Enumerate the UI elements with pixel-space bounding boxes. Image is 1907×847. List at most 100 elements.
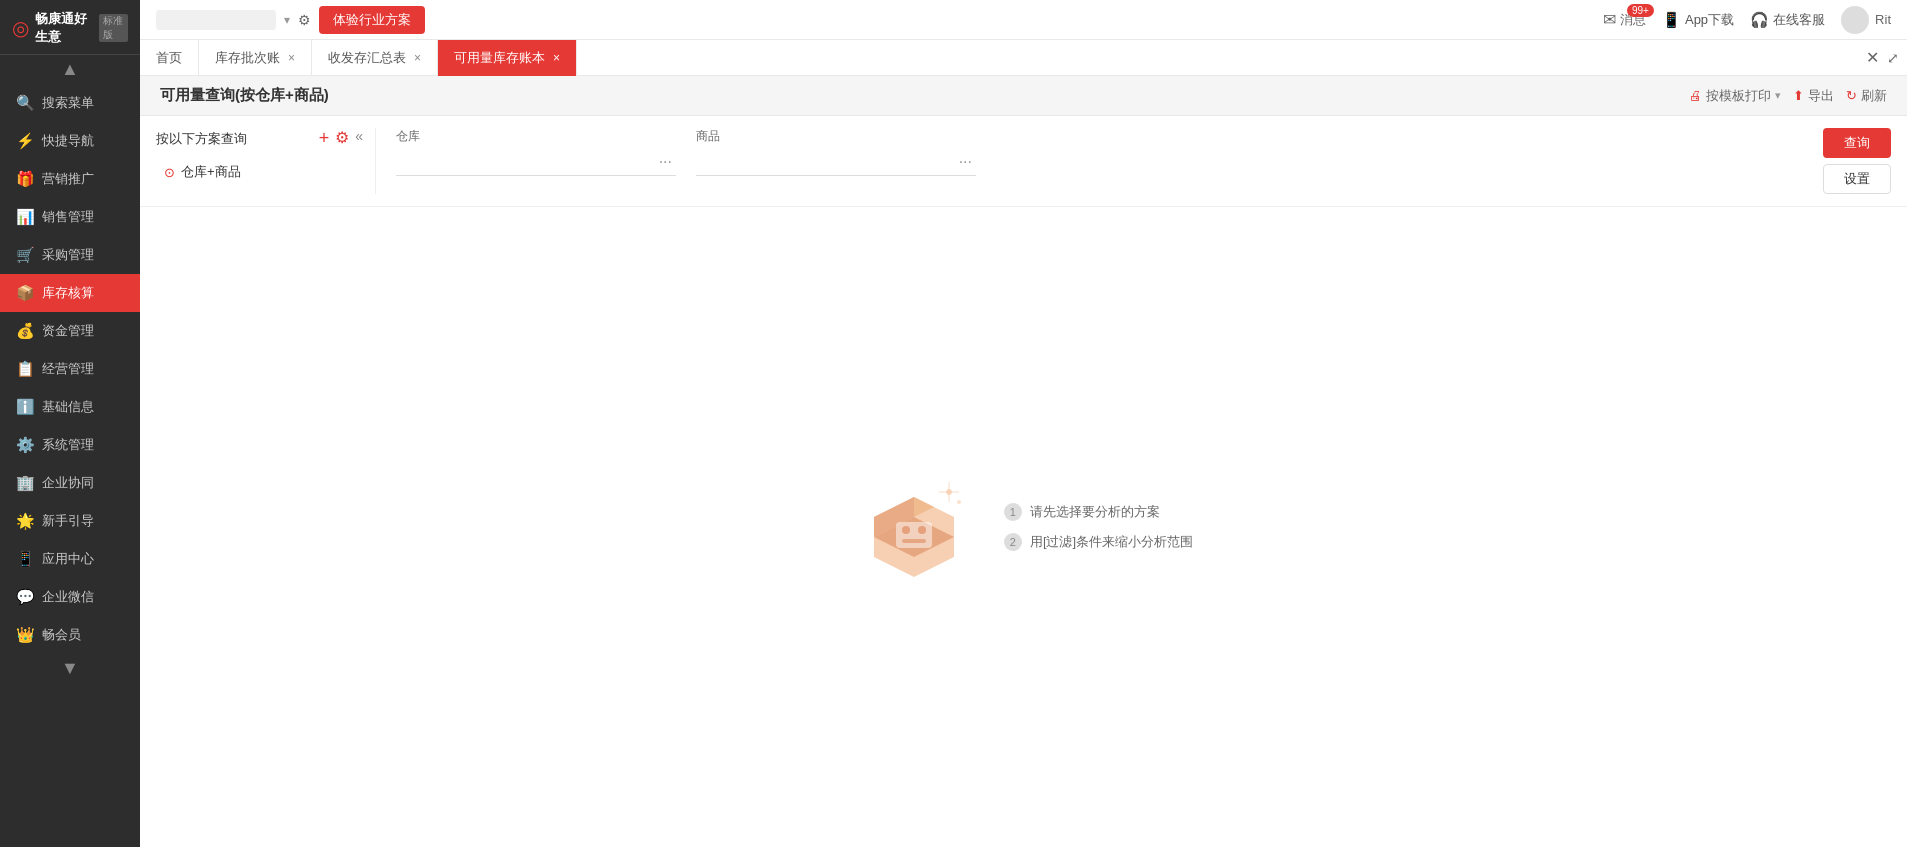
sidebar-item-operations[interactable]: 📋 经营管理: [0, 350, 140, 388]
sidebar-icon-enterprise: 🏢: [16, 474, 34, 492]
sidebar-label-inventory: 库存核算: [42, 284, 94, 302]
tab-close-receive-summary[interactable]: ×: [414, 52, 421, 64]
sidebar-label-newbie: 新手引导: [42, 512, 94, 530]
username: Rit: [1875, 12, 1891, 27]
tab-close-available-ledger[interactable]: ×: [553, 52, 560, 64]
notification-btn[interactable]: ✉ 消息 99+: [1603, 10, 1646, 29]
collapse-btn[interactable]: «: [355, 128, 363, 149]
avatar: [1841, 6, 1869, 34]
svg-point-5: [902, 526, 910, 534]
warehouse-input[interactable]: [396, 155, 655, 170]
tab-inventory-batch[interactable]: 库存批次账×: [199, 40, 312, 76]
empty-state: 1 请先选择要分析的方案 2 用[过滤]条件来缩小分析范围: [140, 207, 1907, 847]
scheme-warehouse-goods[interactable]: ⊙ 仓库+商品: [156, 157, 363, 187]
export-icon: ⬆: [1793, 88, 1804, 103]
title-bar-actions: 🖨 按模板打印 ▾ ⬆ 导出 ↻ 刷新: [1689, 87, 1887, 105]
tab-receive-summary[interactable]: 收发存汇总表 ×: [312, 40, 438, 76]
dropdown-icon[interactable]: ▾: [284, 13, 290, 27]
scroll-up-btn[interactable]: ▲: [0, 55, 140, 84]
expand-btn[interactable]: ⤢: [1887, 50, 1899, 66]
gear-icon[interactable]: ⚙: [298, 12, 311, 28]
tab-available-ledger[interactable]: 可用量库存账本×: [438, 40, 577, 76]
sidebar-item-finance[interactable]: 💰 资金管理: [0, 312, 140, 350]
query-btn[interactable]: 查询: [1823, 128, 1891, 158]
sidebar-icon-system: ⚙️: [16, 436, 34, 454]
settings-scheme-btn[interactable]: ⚙: [335, 128, 349, 149]
sidebar-icon-inventory: 📦: [16, 284, 34, 302]
sidebar-item-system[interactable]: ⚙️ 系统管理: [0, 426, 140, 464]
sidebar-item-wechat[interactable]: 💬 企业微信: [0, 578, 140, 616]
user-area[interactable]: Rit: [1841, 6, 1891, 34]
app-icon: 📱: [1662, 11, 1681, 29]
tab-home[interactable]: 首页: [140, 40, 199, 76]
sidebar-item-purchase[interactable]: 🛒 采购管理: [0, 236, 140, 274]
goods-ellipsis-btn[interactable]: ···: [955, 153, 976, 171]
sidebar-icon-sales: 📊: [16, 208, 34, 226]
sidebar-icon-quick-nav: ⚡: [16, 132, 34, 150]
print-btn[interactable]: 🖨 按模板打印 ▾: [1689, 87, 1781, 105]
sidebar-label-marketing: 营销推广: [42, 170, 94, 188]
tab-label-receive-summary: 收发存汇总表: [328, 49, 406, 67]
sidebar-icon-base-info: ℹ️: [16, 398, 34, 416]
settings-btn[interactable]: 设置: [1823, 164, 1891, 194]
sidebar-logo: ◎ 畅康通好生意 标准版: [0, 0, 140, 55]
tab-close-inventory-batch[interactable]: ×: [288, 52, 295, 64]
sidebar-label-vip: 畅会员: [42, 626, 81, 644]
sidebar-item-marketing[interactable]: 🎁 营销推广: [0, 160, 140, 198]
add-scheme-btn[interactable]: +: [319, 128, 330, 149]
empty-text: 1 请先选择要分析的方案 2 用[过滤]条件来缩小分析范围: [1004, 503, 1193, 551]
logo-icon: ◎: [12, 16, 29, 40]
sidebar-label-base-info: 基础信息: [42, 398, 94, 416]
sidebar-icon-vip: 👑: [16, 626, 34, 644]
sidebar-item-app-center[interactable]: 📱 应用中心: [0, 540, 140, 578]
warehouse-ellipsis-btn[interactable]: ···: [655, 153, 676, 171]
print-dropdown-icon[interactable]: ▾: [1775, 89, 1781, 102]
hint-num-1: 1: [1004, 503, 1022, 521]
page-title-bar: 可用量查询(按仓库+商品) 🖨 按模板打印 ▾ ⬆ 导出 ↻ 刷新: [140, 76, 1907, 116]
svg-point-6: [918, 526, 926, 534]
sidebar-item-search[interactable]: 🔍 搜索菜单: [0, 84, 140, 122]
hint-item-1: 1 请先选择要分析的方案: [1004, 503, 1193, 521]
print-icon: 🖨: [1689, 88, 1702, 103]
scroll-down-btn[interactable]: ▼: [0, 654, 140, 683]
message-icon: ✉: [1603, 10, 1616, 29]
filter-icons: + ⚙ «: [319, 128, 363, 149]
close-window-btn[interactable]: ✕: [1866, 48, 1879, 67]
scheme-label: 仓库+商品: [181, 163, 241, 181]
sidebar-item-newbie[interactable]: 🌟 新手引导: [0, 502, 140, 540]
breadcrumb-input[interactable]: [156, 10, 276, 30]
warehouse-label: 仓库: [396, 128, 676, 145]
version-tag: 标准版: [99, 14, 128, 42]
sidebar-item-base-info[interactable]: ℹ️ 基础信息: [0, 388, 140, 426]
goods-input[interactable]: [696, 155, 955, 170]
warehouse-field: 仓库 ···: [396, 128, 676, 176]
service-icon: 🎧: [1750, 11, 1769, 29]
svg-rect-7: [902, 539, 926, 543]
tabs-bar: 首页库存批次账×收发存汇总表×可用量库存账本× ✕ ⤢: [140, 40, 1907, 76]
refresh-btn[interactable]: ↻ 刷新: [1846, 87, 1887, 105]
svg-rect-4: [896, 522, 932, 548]
tab-label-home: 首页: [156, 49, 182, 67]
sidebar-icon-search: 🔍: [16, 94, 34, 112]
empty-illustration: [854, 467, 974, 587]
page-content: 可用量查询(按仓库+商品) 🖨 按模板打印 ▾ ⬆ 导出 ↻ 刷新: [140, 76, 1907, 847]
hint-text-1: 请先选择要分析的方案: [1030, 503, 1160, 521]
online-service-btn[interactable]: 🎧 在线客服: [1750, 11, 1825, 29]
sidebar-item-inventory[interactable]: 📦 库存核算: [0, 274, 140, 312]
filter-section-label: 按以下方案查询: [156, 130, 247, 148]
sidebar-icon-newbie: 🌟: [16, 512, 34, 530]
sidebar-item-sales[interactable]: 📊 销售管理: [0, 198, 140, 236]
sidebar-item-vip[interactable]: 👑 畅会员: [0, 616, 140, 654]
tab-actions: ✕ ⤢: [1866, 48, 1907, 67]
app-download-btn[interactable]: 📱 App下载: [1662, 11, 1734, 29]
goods-input-wrap: ···: [696, 149, 976, 176]
warehouse-input-wrap: ···: [396, 149, 676, 176]
industry-btn[interactable]: 体验行业方案: [319, 6, 425, 34]
sidebar-items: 🔍 搜索菜单 ⚡ 快捷导航 🎁 营销推广 📊 销售管理 🛒 采购管理 📦 库存核…: [0, 84, 140, 654]
hint-text-2: 用[过滤]条件来缩小分析范围: [1030, 533, 1193, 551]
export-btn[interactable]: ⬆ 导出: [1793, 87, 1834, 105]
sidebar-item-enterprise[interactable]: 🏢 企业协同: [0, 464, 140, 502]
sidebar-item-quick-nav[interactable]: ⚡ 快捷导航: [0, 122, 140, 160]
sidebar-icon-wechat: 💬: [16, 588, 34, 606]
sidebar-label-wechat: 企业微信: [42, 588, 94, 606]
